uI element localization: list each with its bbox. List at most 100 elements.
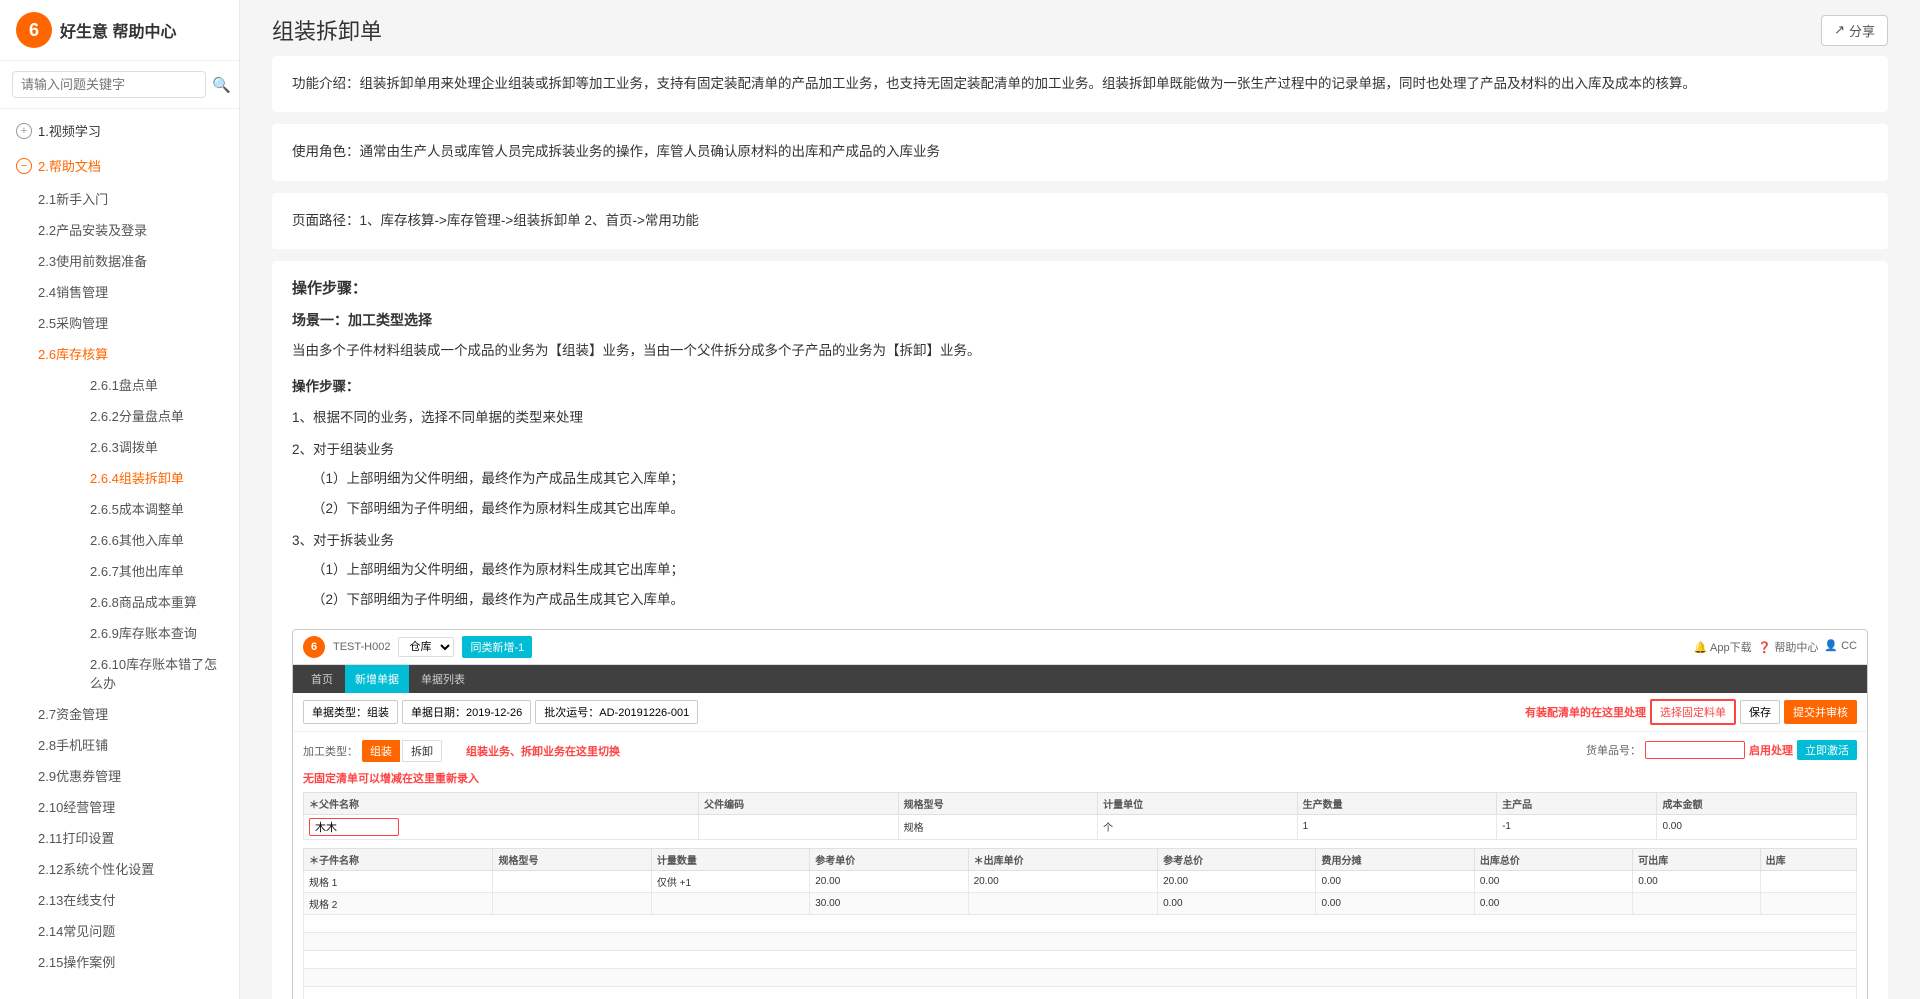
path-block: 页面路径：1、库存核算->库存管理->组装拆卸单 2、首页->常用功能 <box>272 193 1888 249</box>
sidebar-item-2-6-1[interactable]: 2.6.1盘点单 <box>52 369 239 400</box>
sidebar-item-2-6[interactable]: 2.6库存核算 <box>0 338 239 369</box>
ops-title: 操作步骤： <box>292 277 1868 298</box>
mock-btn-num[interactable]: 批次运号：AD-20191226-001 <box>535 700 698 724</box>
app-name: 好生意 帮助中心 <box>60 18 176 42</box>
mock-sub-th-8: 出库总价 <box>1474 848 1632 870</box>
search-box[interactable]: 🔍 <box>0 61 239 109</box>
sidebar-item-2-12[interactable]: 2.12系统个性化设置 <box>0 853 239 884</box>
path-text: 页面路径：1、库存核算->库存管理->组装拆卸单 2、首页->常用功能 <box>292 213 699 228</box>
annotation1-area: 有装配清单的在这里处理 选择固定料单 保存 提交并审核 <box>1525 699 1857 725</box>
mock-th-2: 父件编码 <box>699 792 899 814</box>
mock-nav-new[interactable]: 新增单据 <box>345 665 409 693</box>
mock-new-btn[interactable]: 同类新增-1 <box>462 636 532 658</box>
sidebar-item-2-6-2[interactable]: 2.6.2分量盘点单 <box>52 400 239 431</box>
mock-btn-save[interactable]: 保存 <box>1740 700 1780 724</box>
table-row <box>304 932 1857 950</box>
mock-td-4: 个 <box>1098 814 1298 839</box>
step3-2: （2）下部明细为子件明细，最终作为产成品生成其它入库单。 <box>292 587 1868 613</box>
mock-top-icons: 🔔 App下载 ❓ 帮助中心 👤 CC <box>1694 639 1857 655</box>
sub-td-2-2 <box>493 892 651 914</box>
sidebar-item-label-2: 2.帮助文档 <box>38 156 101 175</box>
sidebar-item-2-3[interactable]: 2.3使用前数据准备 <box>0 245 239 276</box>
sub-td-2-10 <box>1760 892 1856 914</box>
mock-btn-type[interactable]: 单据类型：组装 <box>303 700 398 724</box>
nav-section: + 1.视频学习 − 2.帮助文档 2.1新手入门 2.2产品安装及登录 2.3… <box>0 109 239 981</box>
mock-btn-clearance[interactable]: 选择固定料单 <box>1650 699 1736 725</box>
expand-icon-2: − <box>16 158 32 174</box>
mock-input-wh[interactable] <box>1645 741 1745 759</box>
sidebar-item-2-6-6[interactable]: 2.6.6其他入库单 <box>52 524 239 555</box>
scene1-desc: 当由多个子件材料组装成一个成品的业务为【组装】业务，当由一个父件拆分成多个子产品… <box>292 338 1868 364</box>
sidebar-item-2-2[interactable]: 2.2产品安装及登录 <box>0 214 239 245</box>
screenshot-container: 6 TEST-H002 仓库 同类新增-1 🔔 App下载 ❓ 帮助中心 👤 C… <box>292 629 1868 999</box>
page-title: 组装拆卸单 <box>272 14 382 46</box>
share-button[interactable]: ↗ 分享 <box>1821 15 1888 46</box>
sidebar-item-2-9[interactable]: 2.9优惠券管理 <box>0 760 239 791</box>
sub-td-2-3 <box>651 892 809 914</box>
mock-field-1: 加工类型： 组装 拆卸 组装业务、拆卸业务在这里切换 <box>303 740 620 762</box>
sub-td-1-8: 0.00 <box>1474 870 1632 892</box>
search-icon[interactable]: 🔍 <box>212 76 231 94</box>
sidebar-item-2-8[interactable]: 2.8手机旺铺 <box>0 729 239 760</box>
mock-store-select[interactable]: 仓库 <box>398 637 454 657</box>
sidebar-header: 6 好生意 帮助中心 <box>0 0 239 61</box>
mock-form-area: 加工类型： 组装 拆卸 组装业务、拆卸业务在这里切换 货单品号： 启用 <box>293 732 1867 999</box>
mock-sub-th-2: 规格型号 <box>493 848 651 870</box>
mock-toolbar: 单据类型：组装 单据日期：2019-12-26 批次运号：AD-20191226… <box>293 693 1867 732</box>
sub-td-2-6: 0.00 <box>1158 892 1316 914</box>
annotation1-text: 有装配清单的在这里处理 <box>1525 704 1646 720</box>
mock-th-4: 计量单位 <box>1098 792 1298 814</box>
mock-input-name[interactable] <box>309 818 399 836</box>
mock-btn-submit[interactable]: 提交并审核 <box>1784 700 1857 724</box>
search-input[interactable] <box>12 71 206 98</box>
annotation2-text: 组装业务、拆卸业务在这里切换 <box>466 743 620 759</box>
share-label: 分享 <box>1849 21 1875 40</box>
app-logo: 6 <box>16 12 52 48</box>
sub-td-1-9: 0.00 <box>1633 870 1760 892</box>
step1: 1、根据不同的业务，选择不同单据的类型来处理 <box>292 405 1868 431</box>
table-row <box>304 986 1857 999</box>
sidebar-item-2[interactable]: − 2.帮助文档 <box>0 148 239 183</box>
sidebar-item-2-13[interactable]: 2.13在线支付 <box>0 884 239 915</box>
mock-nav-list[interactable]: 单据列表 <box>411 665 475 693</box>
sub-td-2-1: 规格 2 <box>304 892 493 914</box>
mock-type-disassemble[interactable]: 拆卸 <box>402 740 442 762</box>
mock-btn-activate[interactable]: 立即激活 <box>1797 740 1857 760</box>
sidebar-item-1[interactable]: + 1.视频学习 <box>0 113 239 148</box>
mock-field-right: 货单品号： 启用处理 立即激活 <box>1586 740 1857 760</box>
sidebar-item-2-6-10[interactable]: 2.6.10库存账本错了怎么办 <box>52 648 239 698</box>
mock-icon-user: 👤 CC <box>1824 639 1857 655</box>
sub-td-2-5 <box>968 892 1157 914</box>
sidebar-item-2-14[interactable]: 2.14常见问题 <box>0 915 239 946</box>
operations-block: 操作步骤： 场景一：加工类型选择 当由多个子件材料组装成一个成品的业务为【组装】… <box>272 261 1888 999</box>
sub-td-1-10 <box>1760 870 1856 892</box>
mock-nav-home[interactable]: 首页 <box>301 665 343 693</box>
table-row <box>304 950 1857 968</box>
sidebar-item-2-6-8[interactable]: 2.6.8商品成本重算 <box>52 586 239 617</box>
sub-td-1-3: 仅供 +1 <box>651 870 809 892</box>
sidebar-item-2-6-7[interactable]: 2.6.7其他出库单 <box>52 555 239 586</box>
sidebar-item-2-5[interactable]: 2.5采购管理 <box>0 307 239 338</box>
mock-nav: 首页 新增单据 单据列表 <box>293 665 1867 693</box>
screenshot-inner: 6 TEST-H002 仓库 同类新增-1 🔔 App下载 ❓ 帮助中心 👤 C… <box>293 630 1867 999</box>
mock-type-assemble[interactable]: 组装 <box>362 740 400 762</box>
sidebar-item-2-7[interactable]: 2.7资金管理 <box>0 698 239 729</box>
sub-td-2-8: 0.00 <box>1474 892 1632 914</box>
mock-sub-th-6: 参考总价 <box>1158 848 1316 870</box>
mock-btn-date[interactable]: 单据日期：2019-12-26 <box>402 700 531 724</box>
sub-td-1-6: 20.00 <box>1158 870 1316 892</box>
mock-sub-th-10: 出库 <box>1760 848 1856 870</box>
sidebar-item-2-6-4[interactable]: 2.6.4组装拆卸单 <box>52 462 239 493</box>
step2: 2、对于组装业务 <box>292 437 1868 463</box>
step2-2: （2）下部明细为子件明细，最终作为原材料生成其它出库单。 <box>292 496 1868 522</box>
sidebar-item-2-15[interactable]: 2.15操作案例 <box>0 946 239 977</box>
sidebar-item-2-11[interactable]: 2.11打印设置 <box>0 822 239 853</box>
mock-td-5: 1 <box>1297 814 1497 839</box>
sidebar-item-2-6-9[interactable]: 2.6.9库存账本查询 <box>52 617 239 648</box>
sidebar-item-2-6-5[interactable]: 2.6.5成本调整单 <box>52 493 239 524</box>
table-row <box>304 968 1857 986</box>
sidebar-item-2-10[interactable]: 2.10经营管理 <box>0 791 239 822</box>
sidebar-item-2-4[interactable]: 2.4销售管理 <box>0 276 239 307</box>
sidebar-item-2-6-3[interactable]: 2.6.3调拨单 <box>52 431 239 462</box>
sidebar-item-2-1[interactable]: 2.1新手入门 <box>0 183 239 214</box>
